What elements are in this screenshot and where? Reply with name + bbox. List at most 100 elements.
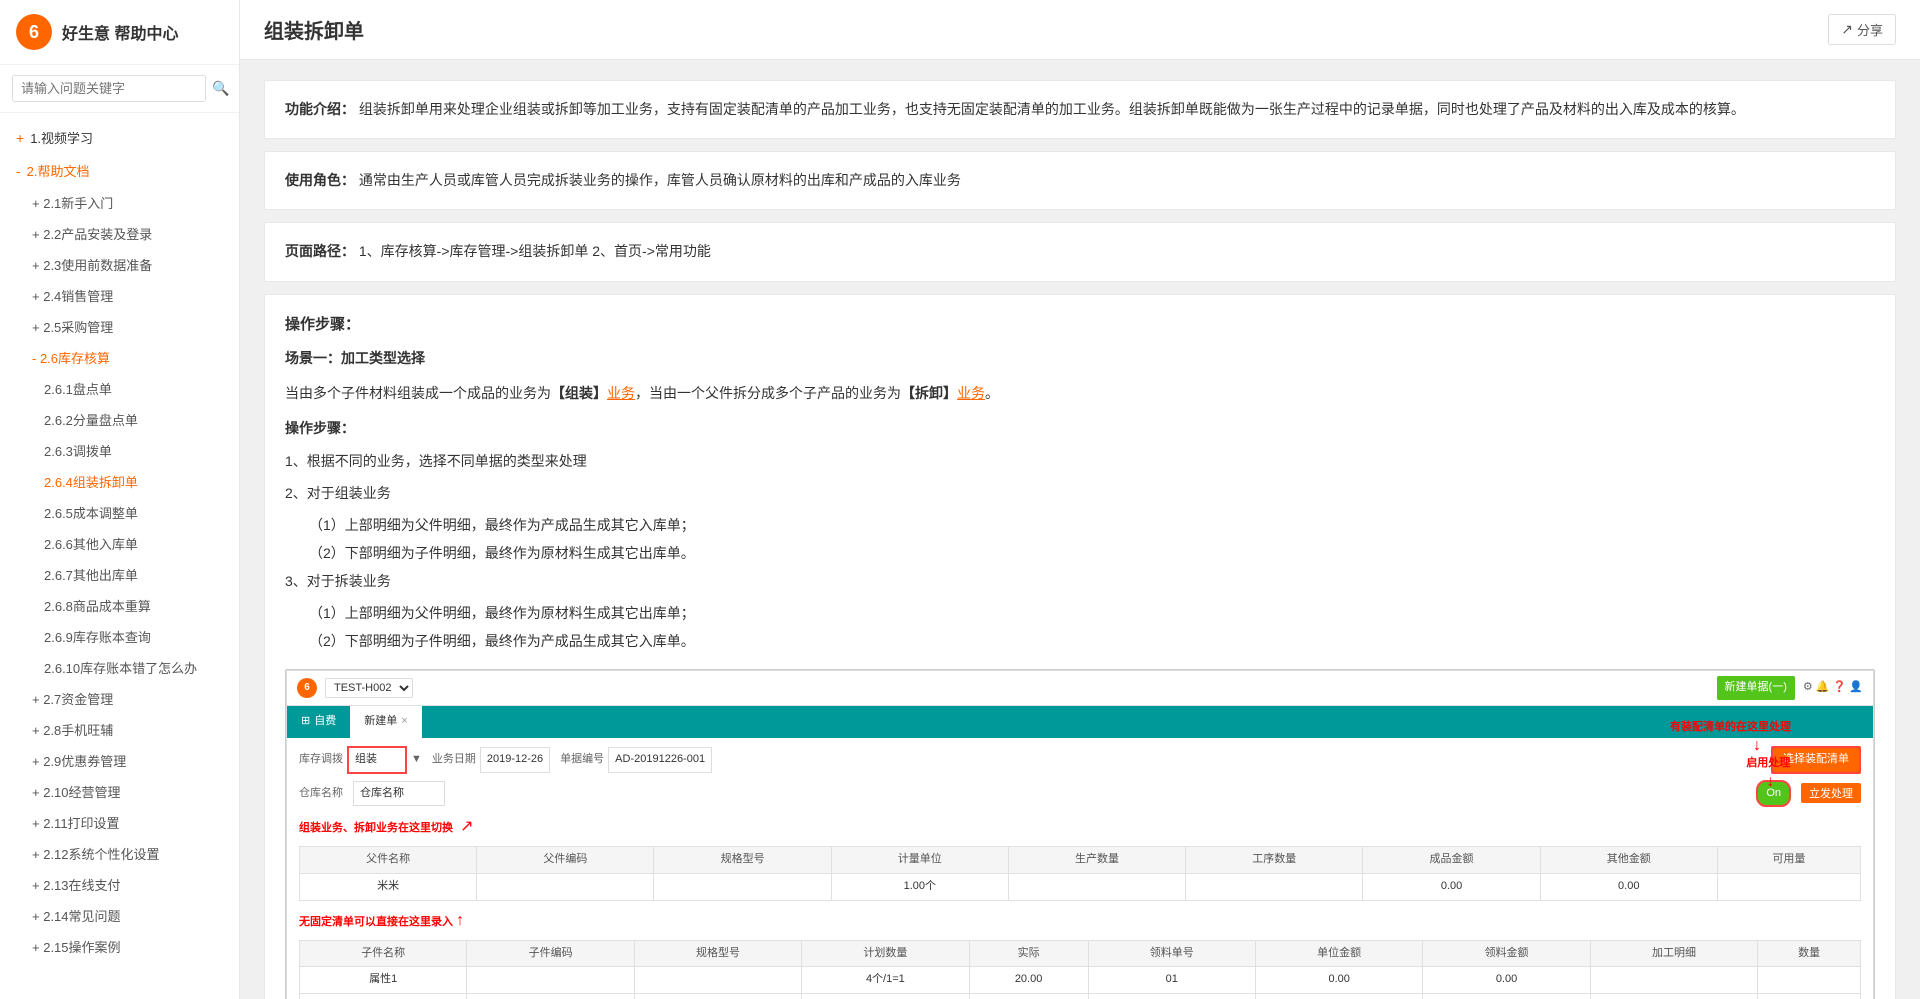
mock-tab-new[interactable]: 新建单 × xyxy=(350,706,421,738)
sidebar-item-docs-23[interactable]: + 2.3使用前数据准备 xyxy=(0,249,239,280)
sidebar-item-docs-21[interactable]: + 2.1新手入门 xyxy=(0,187,239,218)
step3-sub1: （1）上部明细为父件明细，最终作为原材料生成其它出库单； xyxy=(309,599,1875,627)
sub-expand-icon: + xyxy=(32,816,43,831)
table-row: 属性2 4个/1=1 20.00 01 0.00 0.00 xyxy=(300,994,1861,999)
role-text: 使用角色： 通常由生产人员或库管人员完成拆装业务的操作，库管人员确认原材料的出库… xyxy=(285,168,1875,193)
logo-text: 好生意 帮助中心 xyxy=(62,20,178,44)
sidebar: 6 好生意 帮助中心 🔍 + 1.视频学习 - 2.帮助文档 + 2.1新手入门… xyxy=(0,0,240,999)
share-icon: ↗ xyxy=(1841,21,1853,38)
date-label: 业务日期 xyxy=(432,750,476,770)
sub-table-annotation-area: 无固定清单可以直接在这里录入 ↑ xyxy=(299,907,1861,936)
share-button[interactable]: ↗ 分享 xyxy=(1828,14,1896,45)
sub-col-header: 计划数量 xyxy=(802,940,969,967)
sidebar-item-docs-25[interactable]: + 2.5采购管理 xyxy=(0,311,239,342)
mock-logo: 6 xyxy=(297,678,317,698)
sidebar-item-docs-268[interactable]: 2.6.8商品成本重算 xyxy=(0,590,239,621)
sidebar-item-docs-212[interactable]: + 2.12系统个性化设置 xyxy=(0,838,239,869)
sidebar-item-videos-label: 1.视频学习 xyxy=(30,128,93,147)
main-content: 组装拆卸单 ↗ 分享 功能介绍： 组装拆卸单用来处理企业组装或拆卸等加工业务，支… xyxy=(240,0,1920,999)
sidebar-item-docs-24[interactable]: + 2.4销售管理 xyxy=(0,280,239,311)
ops-card: 操作步骤： 场景一：加工类型选择 当由多个子件材料组装成一个成品的业务为【组装】… xyxy=(264,294,1896,999)
confirm-btn[interactable]: 立发处理 xyxy=(1801,783,1861,803)
date-value[interactable]: 2019-12-26 xyxy=(480,747,550,773)
sidebar-item-videos[interactable]: + 1.视频学习 xyxy=(0,121,239,154)
mock-sub-table: 子件名称 子件编码 规格型号 计划数量 实际 领料单号 单位金额 领料金额 加工… xyxy=(299,940,1861,999)
sub-expand-icon: + xyxy=(32,909,43,924)
path-card: 页面路径： 1、库存核算->库存管理->组装拆卸单 2、首页->常用功能 xyxy=(264,222,1896,281)
mock-tab-home[interactable]: ⊞ 自费 xyxy=(287,706,350,738)
sidebar-item-docs-215[interactable]: + 2.15操作案例 xyxy=(0,931,239,962)
sidebar-item-docs-28[interactable]: + 2.8手机旺辅 xyxy=(0,714,239,745)
sidebar-item-docs[interactable]: - 2.帮助文档 xyxy=(0,154,239,187)
sub-expand-icon: + xyxy=(32,940,43,955)
scenario1-desc: 当由多个子件材料组装成一个成品的业务为【组装】业务，当由一个父件拆分成多个子产品… xyxy=(285,381,1875,406)
sidebar-item-docs-263[interactable]: 2.6.3调拨单 xyxy=(0,435,239,466)
sidebar-item-docs-267[interactable]: 2.6.7其他出库单 xyxy=(0,559,239,590)
steps-content: 1、根据不同的业务，选择不同单据的类型来处理 2、对于组装业务 （1）上部明细为… xyxy=(285,447,1875,655)
sub-col-header: 子件名称 xyxy=(300,940,467,967)
sub-col-header: 领料金额 xyxy=(1423,940,1590,967)
content-area: 功能介绍： 组装拆卸单用来处理企业组装或拆卸等加工业务，支持有固定装配清单的产品… xyxy=(240,60,1920,999)
col-header: 规格型号 xyxy=(654,847,831,874)
type-select-mock[interactable]: 组装 xyxy=(347,746,407,774)
step2-sub1: （1）上部明细为父件明细，最终作为产成品生成其它入库单； xyxy=(309,511,1875,539)
step1: 1、根据不同的业务，选择不同单据的类型来处理 xyxy=(285,447,1875,475)
sidebar-item-docs-261[interactable]: 2.6.1盘点单 xyxy=(0,373,239,404)
annotation-sub-table: 无固定清单可以直接在这里录入 xyxy=(299,916,453,928)
mock-date-field: 业务日期 2019-12-26 xyxy=(432,747,550,773)
sub-col-header: 数量 xyxy=(1758,940,1861,967)
type-label: 库存调拨 xyxy=(299,750,343,770)
sub-expand-icon: + xyxy=(32,227,43,242)
sidebar-item-docs-266[interactable]: 2.6.6其他入库单 xyxy=(0,528,239,559)
intro-card: 功能介绍： 组装拆卸单用来处理企业组装或拆卸等加工业务，支持有固定装配清单的产品… xyxy=(264,80,1896,139)
search-input[interactable] xyxy=(12,75,206,102)
sub-col-header: 规格型号 xyxy=(634,940,801,967)
intro-text: 功能介绍： 组装拆卸单用来处理企业组装或拆卸等加工业务，支持有固定装配清单的产品… xyxy=(285,97,1875,122)
dropdown-icon: ▼ xyxy=(411,750,422,770)
sub-col-header: 加工明细 xyxy=(1590,940,1757,967)
sidebar-item-docs-211[interactable]: + 2.11打印设置 xyxy=(0,807,239,838)
sub-col-header: 子件编码 xyxy=(467,940,634,967)
collapse-icon: - xyxy=(16,163,21,179)
sidebar-item-docs-265[interactable]: 2.6.5成本调整单 xyxy=(0,497,239,528)
enable-area: On 立发处理 启用处理 ↓ xyxy=(1756,780,1861,808)
sub-expand-icon: + xyxy=(32,196,43,211)
sub-collapse-icon: - xyxy=(32,351,40,366)
ops-steps-label: 操作步骤： xyxy=(285,416,1875,441)
sidebar-item-docs-213[interactable]: + 2.13在线支付 xyxy=(0,869,239,900)
sub-expand-icon: + xyxy=(32,692,43,707)
sidebar-item-docs-29[interactable]: + 2.9优惠券管理 xyxy=(0,745,239,776)
sidebar-item-docs-264[interactable]: 2.6.4组装拆卸单 xyxy=(0,466,239,497)
sidebar-item-docs-26[interactable]: - 2.6库存核算 xyxy=(0,342,239,373)
mock-new-btn[interactable]: 新建单据(一) xyxy=(1717,676,1795,700)
nav-tree: + 1.视频学习 - 2.帮助文档 + 2.1新手入门 + 2.2产品安装及登录… xyxy=(0,113,239,999)
col-header: 父件名称 xyxy=(300,847,477,874)
role-card: 使用角色： 通常由生产人员或库管人员完成拆装业务的操作，库管人员确认原材料的出库… xyxy=(264,151,1896,210)
col-header: 工序数量 xyxy=(1186,847,1363,874)
warehouse-input[interactable]: 仓库名称 xyxy=(353,781,445,807)
bill-label: 单据编号 xyxy=(560,750,604,770)
sidebar-item-docs-label: 2.帮助文档 xyxy=(27,161,90,180)
sidebar-item-docs-214[interactable]: + 2.14常见问题 xyxy=(0,900,239,931)
bill-value[interactable]: AD-20191226-001 xyxy=(608,747,712,773)
sidebar-item-docs-269[interactable]: 2.6.9库存账本查询 xyxy=(0,621,239,652)
type-annotation-area: 组装业务、拆卸业务在这里切换 ↗ xyxy=(299,813,1861,842)
screenshot-container: 6 TEST-H002 新建单据(一) ⚙ 🔔 ❓ 👤 ⊞ 自费 xyxy=(285,669,1875,999)
col-header: 父件编码 xyxy=(477,847,654,874)
sub-col-header: 实际 xyxy=(969,940,1088,967)
step3-sub2: （2）下部明细为子件明细，最终作为产成品生成其它入库单。 xyxy=(309,627,1875,655)
mock-bill-field: 单据编号 AD-20191226-001 xyxy=(560,747,712,773)
warehouse-label: 仓库名称 xyxy=(299,784,343,804)
sidebar-item-docs-2610[interactable]: 2.6.10库存账本错了怎么办 xyxy=(0,652,239,683)
sidebar-item-docs-27[interactable]: + 2.7资金管理 xyxy=(0,683,239,714)
mock-form-row: 库存调拨 组装 ▼ 业务日期 2019-12-26 单据编号 AD-201912… xyxy=(299,746,1861,774)
sidebar-item-docs-262[interactable]: 2.6.2分量盘点单 xyxy=(0,404,239,435)
mock-company-select[interactable]: TEST-H002 xyxy=(325,678,413,698)
sidebar-item-docs-22[interactable]: + 2.2产品安装及登录 xyxy=(0,218,239,249)
annotation-arrow2: ↗ xyxy=(460,818,473,835)
search-button[interactable]: 🔍 xyxy=(212,80,229,97)
path-text: 页面路径： 1、库存核算->库存管理->组装拆卸单 2、首页->常用功能 xyxy=(285,239,1875,264)
sub-col-header: 单位金额 xyxy=(1255,940,1422,967)
sidebar-item-docs-210[interactable]: + 2.10经营管理 xyxy=(0,776,239,807)
sub-expand-icon: + xyxy=(32,723,43,738)
